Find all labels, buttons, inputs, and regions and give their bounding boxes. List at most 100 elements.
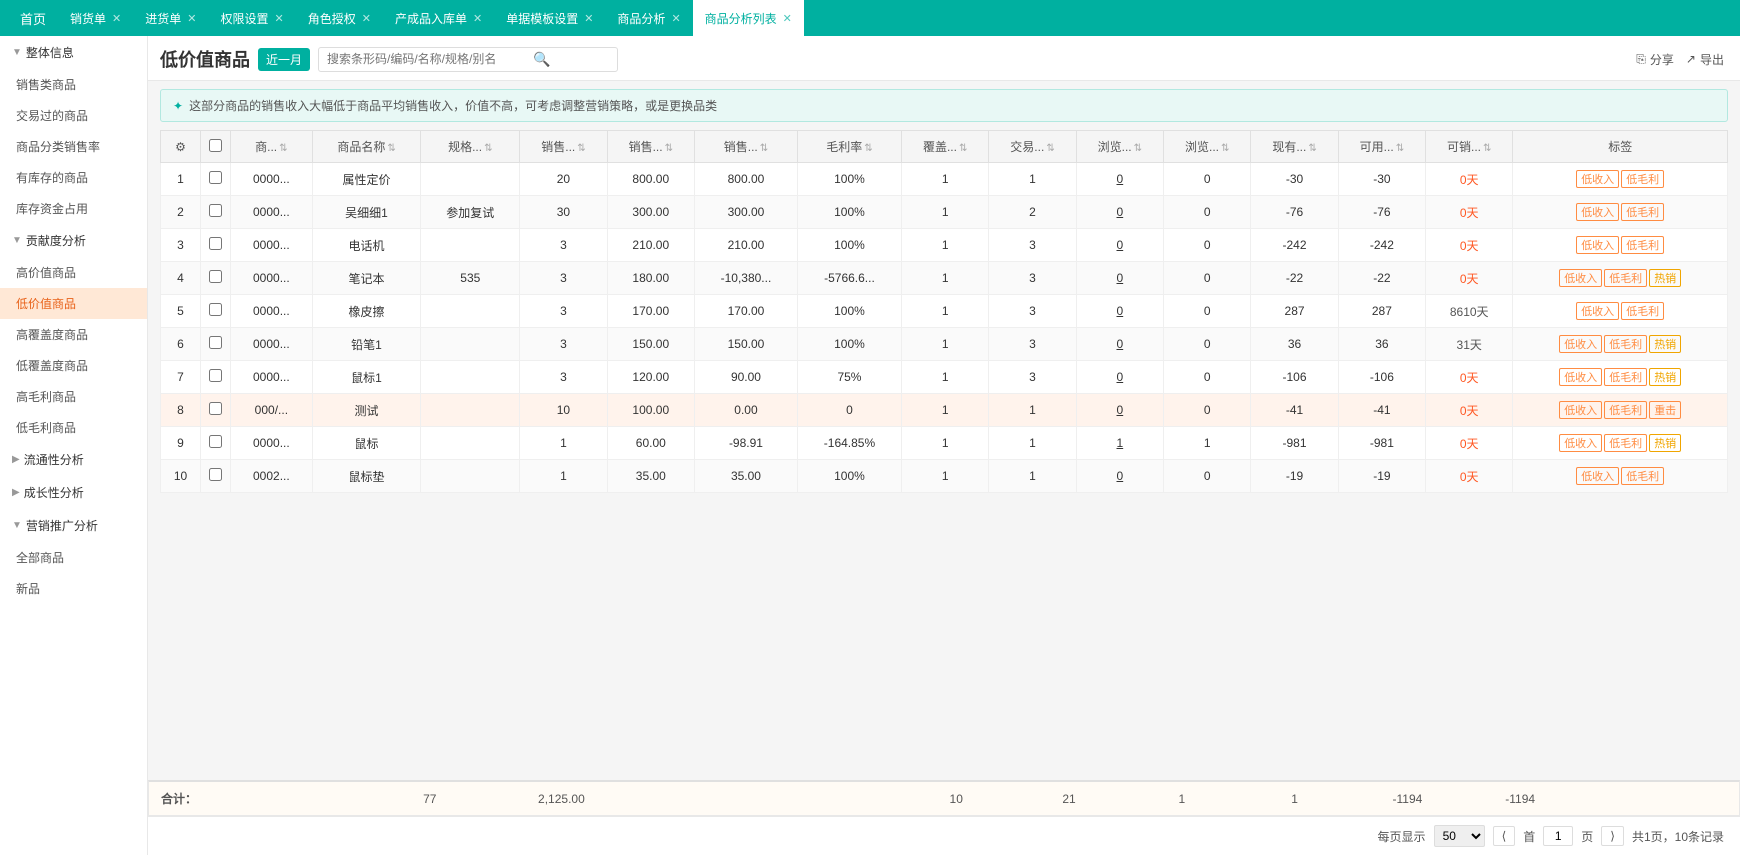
- nav-analysis[interactable]: 商品分析 ✕: [605, 0, 692, 36]
- th-stock2[interactable]: 可用...⇅: [1338, 131, 1425, 163]
- browse-link[interactable]: 0: [1117, 205, 1124, 219]
- export-button[interactable]: ↗ 导出: [1686, 51, 1724, 68]
- sidebar-item-high-value[interactable]: 高价值商品: [0, 257, 147, 288]
- nav-roles-close[interactable]: ✕: [362, 12, 371, 25]
- th-cover[interactable]: 覆盖...⇅: [901, 131, 988, 163]
- sidebar-group-marketing[interactable]: ▼ 营销推广分析: [0, 509, 147, 542]
- row-browse1[interactable]: 0: [1076, 229, 1163, 262]
- row-check[interactable]: [201, 196, 231, 229]
- browse-link[interactable]: 0: [1117, 370, 1124, 384]
- row-check[interactable]: [201, 229, 231, 262]
- nav-analysis-list-close[interactable]: ✕: [783, 12, 792, 25]
- sidebar-group-contribution[interactable]: ▼ 贡献度分析: [0, 224, 147, 257]
- nav-permissions-close[interactable]: ✕: [275, 12, 284, 25]
- th-name[interactable]: 商品名称⇅: [312, 131, 421, 163]
- per-page-select[interactable]: 50 100 200: [1434, 825, 1485, 847]
- sidebar-group-growth[interactable]: ▶ 成长性分析: [0, 476, 147, 509]
- browse-link[interactable]: 1: [1117, 436, 1124, 450]
- row-browse1[interactable]: 0: [1076, 361, 1163, 394]
- row-browse1[interactable]: 1: [1076, 427, 1163, 460]
- sidebar-group-overall[interactable]: ▼ 整体信息: [0, 36, 147, 69]
- row-checkbox[interactable]: [209, 303, 222, 316]
- nav-inventory-close[interactable]: ✕: [473, 12, 482, 25]
- row-check[interactable]: [201, 394, 231, 427]
- th-tags[interactable]: 标签: [1513, 131, 1728, 163]
- nav-roles[interactable]: 角色授权 ✕: [296, 0, 383, 36]
- row-check[interactable]: [201, 361, 231, 394]
- row-browse1[interactable]: 0: [1076, 460, 1163, 493]
- search-input[interactable]: [327, 52, 527, 66]
- nav-inventory[interactable]: 产成品入库单 ✕: [383, 0, 494, 36]
- page-number-input[interactable]: [1543, 826, 1573, 846]
- row-browse1[interactable]: 0: [1076, 262, 1163, 295]
- row-check[interactable]: [201, 295, 231, 328]
- row-browse1[interactable]: 0: [1076, 394, 1163, 427]
- row-browse1[interactable]: 0: [1076, 196, 1163, 229]
- sidebar-item-stock-capital[interactable]: 库存资金占用: [0, 193, 147, 224]
- period-button[interactable]: 近一月: [258, 48, 310, 71]
- browse-link[interactable]: 0: [1117, 337, 1124, 351]
- sidebar-item-low-coverage[interactable]: 低覆盖度商品: [0, 350, 147, 381]
- th-spec[interactable]: 规格...⇅: [421, 131, 520, 163]
- sidebar-item-new-goods[interactable]: 新品: [0, 573, 147, 604]
- sidebar-item-traded-goods[interactable]: 交易过的商品: [0, 100, 147, 131]
- th-trade[interactable]: 交易...⇅: [989, 131, 1076, 163]
- browse-link[interactable]: 0: [1117, 238, 1124, 252]
- th-sale2[interactable]: 销售...⇅: [607, 131, 694, 163]
- first-page-button[interactable]: ⟨: [1493, 826, 1516, 846]
- nav-sales-close[interactable]: ✕: [112, 12, 121, 25]
- th-margin[interactable]: 毛利率⇅: [797, 131, 901, 163]
- nav-analysis-list[interactable]: 商品分析列表 ✕: [693, 0, 804, 36]
- nav-home[interactable]: 首页: [8, 0, 58, 36]
- nav-template[interactable]: 单据模板设置 ✕: [494, 0, 605, 36]
- sidebar-item-stock-goods[interactable]: 有库存的商品: [0, 162, 147, 193]
- th-code[interactable]: 商...⇅: [231, 131, 313, 163]
- th-sale1[interactable]: 销售...⇅: [520, 131, 607, 163]
- sidebar-item-category-rate[interactable]: 商品分类销售率: [0, 131, 147, 162]
- nav-analysis-close[interactable]: ✕: [671, 12, 680, 25]
- th-browse1[interactable]: 浏览...⇅: [1076, 131, 1163, 163]
- row-browse1[interactable]: 0: [1076, 328, 1163, 361]
- th-sale3[interactable]: 销售...⇅: [694, 131, 797, 163]
- select-all-checkbox[interactable]: [209, 139, 222, 152]
- row-checkbox[interactable]: [209, 402, 222, 415]
- row-checkbox[interactable]: [209, 237, 222, 250]
- sidebar-item-all-goods[interactable]: 全部商品: [0, 542, 147, 573]
- sidebar-item-low-margin[interactable]: 低毛利商品: [0, 412, 147, 443]
- row-checkbox[interactable]: [209, 204, 222, 217]
- nav-template-close[interactable]: ✕: [584, 12, 593, 25]
- sidebar-item-sales-goods[interactable]: 销售类商品: [0, 69, 147, 100]
- share-button[interactable]: ⎘ 分享: [1636, 51, 1674, 68]
- row-checkbox[interactable]: [209, 171, 222, 184]
- row-browse1[interactable]: 0: [1076, 163, 1163, 196]
- th-stock1[interactable]: 现有...⇅: [1251, 131, 1338, 163]
- row-check[interactable]: [201, 262, 231, 295]
- row-checkbox[interactable]: [209, 336, 222, 349]
- nav-sales[interactable]: 销货单 ✕: [58, 0, 133, 36]
- browse-link[interactable]: 0: [1117, 304, 1124, 318]
- sidebar-group-liquidity[interactable]: ▶ 流通性分析: [0, 443, 147, 476]
- th-check[interactable]: [201, 131, 231, 163]
- browse-link[interactable]: 0: [1117, 271, 1124, 285]
- nav-purchase[interactable]: 进货单 ✕: [133, 0, 208, 36]
- browse-link[interactable]: 0: [1117, 469, 1124, 483]
- browse-link[interactable]: 0: [1117, 172, 1124, 186]
- sidebar-item-high-coverage[interactable]: 高覆盖度商品: [0, 319, 147, 350]
- th-stock3[interactable]: 可销...⇅: [1426, 131, 1513, 163]
- row-checkbox[interactable]: [209, 435, 222, 448]
- row-browse1[interactable]: 0: [1076, 295, 1163, 328]
- row-checkbox[interactable]: [209, 468, 222, 481]
- browse-link[interactable]: 0: [1117, 403, 1124, 417]
- nav-purchase-close[interactable]: ✕: [187, 12, 196, 25]
- row-checkbox[interactable]: [209, 369, 222, 382]
- row-checkbox[interactable]: [209, 270, 222, 283]
- table-container[interactable]: ⚙ 商...⇅ 商品名称⇅ 规格...⇅ 销售...⇅ 销售...⇅ 销售...…: [160, 130, 1728, 780]
- row-check[interactable]: [201, 328, 231, 361]
- th-browse2[interactable]: 浏览...⇅: [1164, 131, 1251, 163]
- next-page-button[interactable]: ⟩: [1601, 826, 1624, 846]
- sidebar-item-high-margin[interactable]: 高毛利商品: [0, 381, 147, 412]
- row-check[interactable]: [201, 427, 231, 460]
- search-icon[interactable]: 🔍: [533, 51, 550, 68]
- row-check[interactable]: [201, 460, 231, 493]
- row-check[interactable]: [201, 163, 231, 196]
